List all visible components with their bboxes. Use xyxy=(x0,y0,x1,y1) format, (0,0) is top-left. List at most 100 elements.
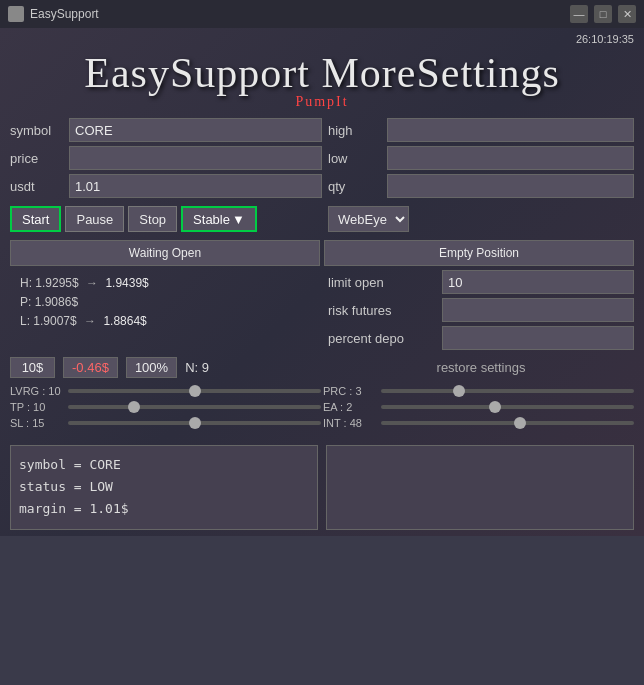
percent-depo-label: percent depo xyxy=(328,331,438,346)
right-fields: high low qty xyxy=(322,118,634,202)
int-slider-row: INT : 48 xyxy=(323,417,634,429)
header: EasySupport MoreSettings PumpIt 26:10:19… xyxy=(0,28,644,118)
lvrg-slider-row: LVRG : 10 xyxy=(10,385,321,397)
h-target: 1.9439$ xyxy=(105,276,148,290)
close-button[interactable]: ✕ xyxy=(618,5,636,23)
webeye-container: WebEye xyxy=(322,206,634,232)
usdt-input[interactable] xyxy=(69,174,322,198)
stop-button[interactable]: Stop xyxy=(128,206,177,232)
low-row: low xyxy=(328,146,634,170)
window-controls: — □ ✕ xyxy=(570,5,636,23)
limit-open-input[interactable] xyxy=(442,270,634,294)
stable-button[interactable]: Stable ▼ xyxy=(181,206,257,232)
price-input[interactable] xyxy=(69,146,322,170)
price-info: H: 1.9295$ → 1.9439$ P: 1.9086$ L: 1.900… xyxy=(10,270,322,354)
l-target: 1.8864$ xyxy=(103,314,146,328)
pause-button[interactable]: Pause xyxy=(65,206,124,232)
bottom-section: symbol = CORE status = LOW margin = 1.01… xyxy=(0,439,644,536)
percent-depo-row: percent depo xyxy=(328,326,634,350)
action-buttons-right: Empty Position xyxy=(324,240,634,266)
lvrg-slider[interactable] xyxy=(68,389,321,393)
int-slider[interactable] xyxy=(381,421,634,425)
l-label: L: 1.9007$ xyxy=(20,314,77,328)
ea-slider[interactable] xyxy=(381,405,634,409)
h-label: H: 1.9295$ xyxy=(20,276,79,290)
l-price-row: L: 1.9007$ → 1.8864$ xyxy=(20,312,312,331)
sl-label: SL : 15 xyxy=(10,417,62,429)
start-button[interactable]: Start xyxy=(10,206,61,232)
left-sliders: LVRG : 10 TP : 10 SL : 15 xyxy=(10,385,321,433)
waiting-open-button[interactable]: Waiting Open xyxy=(10,240,320,266)
tp-slider-row: TP : 10 xyxy=(10,401,321,413)
percent-stat: 100% xyxy=(126,357,177,378)
limit-open-row: limit open xyxy=(328,270,634,294)
ea-slider-row: EA : 2 xyxy=(323,401,634,413)
risk-futures-input[interactable] xyxy=(442,298,634,322)
symbol-label: symbol xyxy=(10,123,65,138)
high-input[interactable] xyxy=(387,118,634,142)
tp-label: TP : 10 xyxy=(10,401,62,413)
log-line3: margin = 1.01$ xyxy=(19,498,309,520)
log-line2: status = LOW xyxy=(19,476,309,498)
app-icon xyxy=(8,6,24,22)
symbol-row: symbol xyxy=(10,118,322,142)
h-arrow: → xyxy=(86,276,101,290)
price-row: price xyxy=(10,146,322,170)
amount-stat: 10$ xyxy=(10,357,55,378)
risk-futures-label: risk futures xyxy=(328,303,438,318)
tp-slider[interactable] xyxy=(68,405,321,409)
titlebar-left: EasySupport xyxy=(8,6,99,22)
p-price-row: P: 1.9086$ xyxy=(20,293,312,312)
price-label: price xyxy=(10,151,65,166)
usdt-row: usdt xyxy=(10,174,322,198)
low-input[interactable] xyxy=(387,146,634,170)
n-stat: N: 9 xyxy=(185,360,209,375)
prc-slider[interactable] xyxy=(381,389,634,393)
sl-slider[interactable] xyxy=(68,421,321,425)
usdt-label: usdt xyxy=(10,179,65,194)
titlebar: EasySupport — □ ✕ xyxy=(0,0,644,28)
high-label: high xyxy=(328,123,383,138)
main-window: EasySupport MoreSettings PumpIt 26:10:19… xyxy=(0,28,644,536)
prc-slider-row: PRC : 3 xyxy=(323,385,634,397)
header-subtitle: PumpIt xyxy=(295,94,348,110)
minimize-button[interactable]: — xyxy=(570,5,588,23)
lvrg-label: LVRG : 10 xyxy=(10,385,62,397)
right-settings: limit open risk futures percent depo xyxy=(322,270,634,354)
l-arrow: → xyxy=(84,314,99,328)
symbol-input[interactable] xyxy=(69,118,322,142)
webeye-select[interactable]: WebEye xyxy=(328,206,409,232)
titlebar-title: EasySupport xyxy=(30,7,99,21)
h-price-row: H: 1.9295$ → 1.9439$ xyxy=(20,274,312,293)
sliders-section: LVRG : 10 TP : 10 SL : 15 PRC : 3 EA : 2 xyxy=(0,381,644,437)
p-label: P: 1.9086$ xyxy=(20,295,78,309)
qty-input[interactable] xyxy=(387,174,634,198)
risk-futures-row: risk futures xyxy=(328,298,634,322)
header-time: 26:10:19:35 xyxy=(576,33,634,45)
right-sliders: PRC : 3 EA : 2 INT : 48 xyxy=(323,385,634,433)
percent-depo-input[interactable] xyxy=(442,326,634,350)
int-label: INT : 48 xyxy=(323,417,375,429)
low-label: low xyxy=(328,151,383,166)
ea-label: EA : 2 xyxy=(323,401,375,413)
stats-row: 10$ -0.46$ 100% N: 9 xyxy=(10,357,322,378)
log-line1: symbol = CORE xyxy=(19,454,309,476)
form-grid: symbol price usdt high low qt xyxy=(0,118,644,202)
right-text-area xyxy=(326,445,634,530)
restore-button[interactable]: restore settings xyxy=(328,358,634,377)
sl-slider-row: SL : 15 xyxy=(10,417,321,429)
prc-label: PRC : 3 xyxy=(323,385,375,397)
high-row: high xyxy=(328,118,634,142)
limit-open-label: limit open xyxy=(328,275,438,290)
maximize-button[interactable]: □ xyxy=(594,5,612,23)
restore-container: restore settings xyxy=(322,358,634,377)
log-text-area: symbol = CORE status = LOW margin = 1.01… xyxy=(10,445,318,530)
left-fields: symbol price usdt xyxy=(10,118,322,202)
qty-label: qty xyxy=(328,179,383,194)
logo-text: EasySupport MoreSettings xyxy=(84,50,559,96)
action-buttons-left: Waiting Open xyxy=(10,240,320,266)
qty-row: qty xyxy=(328,174,634,198)
app-logo: EasySupport MoreSettings xyxy=(84,49,559,97)
pnl-stat: -0.46$ xyxy=(63,357,118,378)
empty-position-button[interactable]: Empty Position xyxy=(324,240,634,266)
